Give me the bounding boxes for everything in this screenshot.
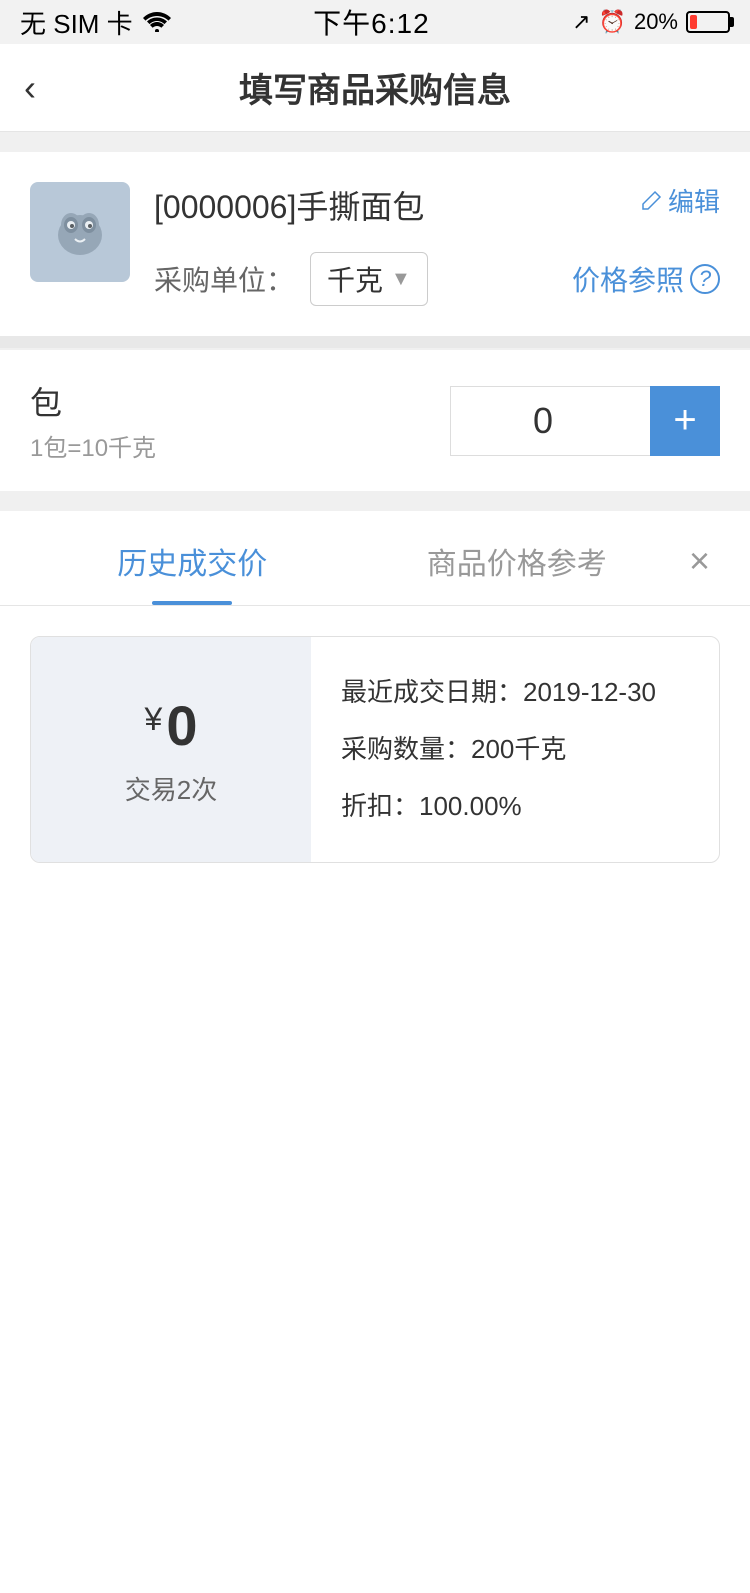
tab-price-reference[interactable]: 商品价格参考 — [354, 511, 678, 605]
status-time: 下午6:12 — [313, 2, 430, 42]
nav-bar: ‹ 填写商品采购信息 — [0, 44, 750, 132]
quantity-conversion: 1包=10千克 — [30, 428, 156, 463]
location-icon: ↗ — [572, 9, 590, 35]
status-bar: 无 SIM 卡 下午6:12 ↗ ⏰ 20% — [0, 0, 750, 44]
quantity-unit-label: 包 — [30, 378, 156, 424]
quantity-input-group: + — [450, 386, 720, 456]
unit-select[interactable]: 千克 ▼ — [310, 252, 428, 306]
alarm-icon: ⏰ — [599, 9, 626, 35]
quantity-plus-button[interactable]: + — [650, 386, 720, 456]
back-button[interactable]: ‹ — [24, 70, 36, 106]
wifi-icon — [143, 12, 171, 32]
product-name: [0000006]手撕面包 — [154, 182, 620, 228]
card-container: ¥ 0 交易2次 最近成交日期：2019-12-30 采购数量：200千克 折扣… — [0, 606, 750, 893]
price-ref-button[interactable]: 价格参照 ? — [572, 259, 720, 299]
quantity-section: 包 1包=10千克 + — [0, 350, 750, 491]
card-price-display: ¥ 0 — [145, 693, 198, 758]
card-quantity: 采购数量：200千克 — [341, 730, 689, 769]
tab-close-button[interactable]: × — [679, 515, 720, 601]
main-content-area — [0, 893, 750, 1593]
card-recent-date: 最近成交日期：2019-12-30 — [341, 673, 689, 712]
product-logo-icon — [45, 197, 115, 267]
card-discount: 折扣：100.00% — [341, 787, 689, 826]
card-price-section: ¥ 0 交易2次 — [31, 637, 311, 862]
battery-indicator — [686, 11, 730, 33]
history-card: ¥ 0 交易2次 最近成交日期：2019-12-30 采购数量：200千克 折扣… — [30, 636, 720, 863]
quantity-input[interactable] — [450, 386, 650, 456]
product-section: [0000006]手撕面包 编辑 采购单位： 千克 ▼ 价格 — [0, 152, 750, 336]
product-thumbnail — [30, 182, 130, 282]
page-title: 填写商品采购信息 — [239, 63, 511, 112]
card-trade-count: 交易2次 — [125, 770, 217, 807]
edit-button[interactable]: 编辑 — [640, 182, 720, 219]
tab-history-price[interactable]: 历史成交价 — [30, 511, 354, 605]
edit-icon — [640, 190, 662, 212]
tabs-container: 历史成交价 商品价格参考 × — [0, 511, 750, 606]
section-divider — [0, 336, 750, 348]
battery-fill — [690, 15, 697, 29]
product-info: [0000006]手撕面包 编辑 采购单位： 千克 ▼ 价格 — [154, 182, 720, 306]
status-carrier: 无 SIM 卡 — [20, 4, 171, 41]
unit-select-arrow-icon: ▼ — [391, 268, 411, 291]
card-details-section: 最近成交日期：2019-12-30 采购数量：200千克 折扣：100.00% — [311, 637, 719, 862]
price-ref-info-icon: ? — [690, 264, 720, 294]
unit-label: 采购单位： — [154, 259, 294, 299]
status-right: ↗ ⏰ 20% — [572, 9, 730, 35]
